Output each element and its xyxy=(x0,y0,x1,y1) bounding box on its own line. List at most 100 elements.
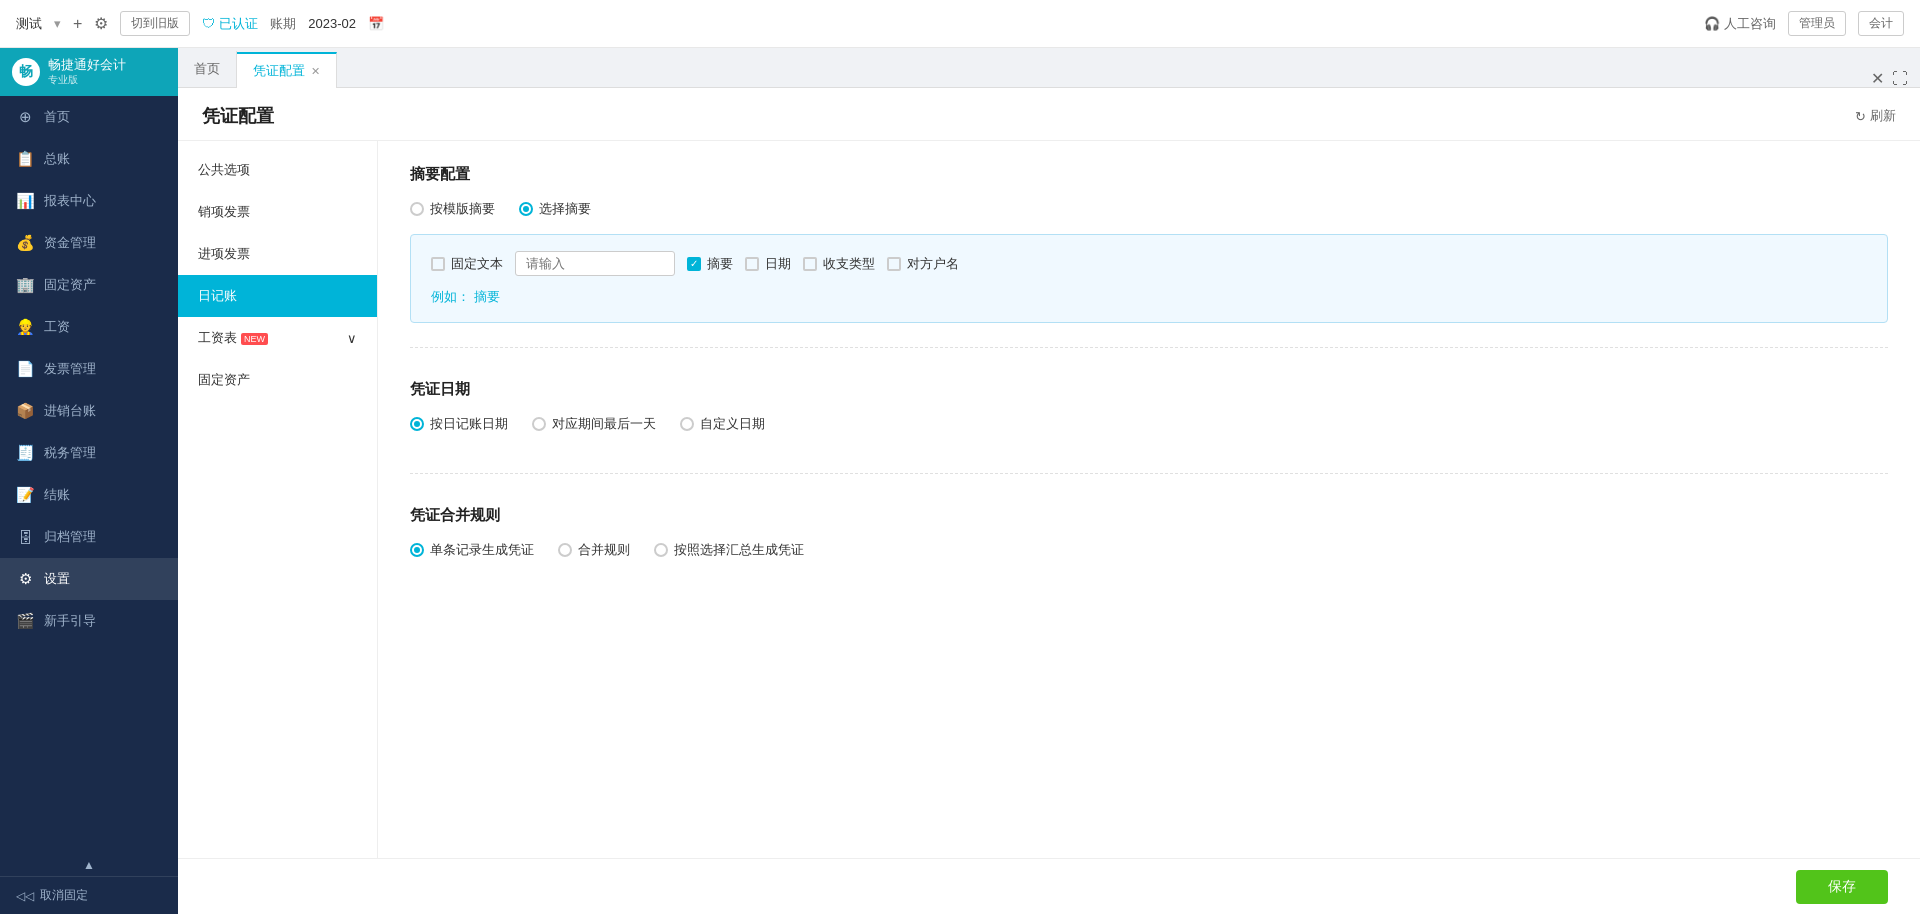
sidebar-item-ledger[interactable]: 📋 总账 xyxy=(0,138,178,180)
sidebar-item-reports[interactable]: 📊 报表中心 xyxy=(0,180,178,222)
summary-radio-group: 按模版摘要 选择摘要 xyxy=(410,200,1888,218)
sidebar-item-label: 发票管理 xyxy=(44,360,96,378)
sidebar-item-funds[interactable]: 💰 资金管理 xyxy=(0,222,178,264)
invoice-icon: 📄 xyxy=(16,360,34,378)
old-version-button[interactable]: 切到旧版 xyxy=(120,11,190,36)
refresh-button[interactable]: ↻ 刷新 xyxy=(1855,107,1896,125)
sidebar-item-archive[interactable]: 🗄 归档管理 xyxy=(0,516,178,558)
verified-icon: 🛡 xyxy=(202,16,215,31)
sidebar-nav: ⊕ 首页 📋 总账 📊 报表中心 💰 资金管理 🏢 固定资产 👷 工资 xyxy=(0,96,178,854)
merge-radio-single[interactable]: 单条记录生成凭证 xyxy=(410,541,534,559)
summary-section: 摘要配置 按模版摘要 选择摘要 xyxy=(410,165,1888,348)
sidebar-item-label: 税务管理 xyxy=(44,444,96,462)
checkbox-date-box xyxy=(745,257,759,271)
checkbox-summary[interactable]: 摘要 xyxy=(687,255,733,273)
tab-voucher-config[interactable]: 凭证配置 ✕ xyxy=(237,52,337,88)
merge-radio-rule[interactable]: 合并规则 xyxy=(558,541,630,559)
summary-radio-select[interactable]: 选择摘要 xyxy=(519,200,591,218)
merge-radio-group: 单条记录生成凭证 合并规则 按照选择汇总生成凭证 xyxy=(410,541,1888,559)
checkbox-counterpart-name-label: 对方户名 xyxy=(907,255,959,273)
left-nav-item-payroll-table[interactable]: 工资表NEW ∨ xyxy=(178,317,377,359)
checkbox-date[interactable]: 日期 xyxy=(745,255,791,273)
sidebar-item-assets[interactable]: 🏢 固定资产 xyxy=(0,264,178,306)
left-nav-item-public[interactable]: 公共选项 xyxy=(178,149,377,191)
home-icon: ⊕ xyxy=(16,108,34,126)
sidebar-item-sales-purchase[interactable]: 📦 进销台账 xyxy=(0,390,178,432)
close-tab-button[interactable]: ✕ xyxy=(1871,71,1884,87)
tab-voucher-config-label: 凭证配置 xyxy=(253,62,305,80)
save-button[interactable]: 保存 xyxy=(1796,870,1888,904)
left-nav-item-purchase-invoice[interactable]: 进项发票 xyxy=(178,233,377,275)
radio-journal-circle xyxy=(410,417,424,431)
payroll-arrow-icon: ∨ xyxy=(347,331,357,346)
sidebar-item-settings[interactable]: ⚙ 设置 xyxy=(0,558,178,600)
sidebar-item-label: 归档管理 xyxy=(44,528,96,546)
radio-journal-label: 按日记账日期 xyxy=(430,415,508,433)
consult-button[interactable]: 🎧 人工咨询 xyxy=(1704,15,1776,33)
tab-home[interactable]: 首页 xyxy=(178,51,237,87)
sidebar-item-home[interactable]: ⊕ 首页 xyxy=(0,96,178,138)
sidebar-item-close[interactable]: 📝 结账 xyxy=(0,474,178,516)
summary-radio-template[interactable]: 按模版摘要 xyxy=(410,200,495,218)
logo-subtitle: 专业版 xyxy=(48,73,126,87)
settings-icon: ⚙ xyxy=(16,570,34,588)
left-nav: 公共选项 销项发票 进项发票 日记账 工资表NEW ∨ xyxy=(178,141,378,858)
logo-text: 畅捷通好会计 xyxy=(48,57,126,74)
checkbox-date-label: 日期 xyxy=(765,255,791,273)
sidebar-item-payroll[interactable]: 👷 工资 xyxy=(0,306,178,348)
radio-summary-circle xyxy=(654,543,668,557)
merge-radio-summary[interactable]: 按照选择汇总生成凭证 xyxy=(654,541,804,559)
cancel-fixed-icon: ◁◁ xyxy=(16,889,34,903)
assets-icon: 🏢 xyxy=(16,276,34,294)
date-radio-custom[interactable]: 自定义日期 xyxy=(680,415,765,433)
cancel-fixed-button[interactable]: ◁◁ 取消固定 xyxy=(0,876,178,914)
left-nav-item-journal[interactable]: 日记账 xyxy=(178,275,377,317)
sidebar-item-label: 进销台账 xyxy=(44,402,96,420)
archive-icon: 🗄 xyxy=(16,529,34,546)
sidebar-item-tax[interactable]: 🧾 税务管理 xyxy=(0,432,178,474)
date-title: 凭证日期 xyxy=(410,380,1888,399)
company-arrow-icon[interactable]: ▾ xyxy=(54,16,61,31)
checkbox-counterpart-name[interactable]: 对方户名 xyxy=(887,255,959,273)
summary-config-row: 固定文本 摘要 日期 xyxy=(431,251,1867,276)
period-label: 账期 xyxy=(270,15,296,33)
consult-label: 人工咨询 xyxy=(1724,15,1776,33)
consult-icon: 🎧 xyxy=(1704,16,1720,31)
sidebar-item-label: 工资 xyxy=(44,318,70,336)
left-nav-item-fixed-assets[interactable]: 固定资产 xyxy=(178,359,377,401)
radio-single-label: 单条记录生成凭证 xyxy=(430,541,534,559)
sidebar-item-invoice[interactable]: 📄 发票管理 xyxy=(0,348,178,390)
tab-actions: ✕ ⛶ xyxy=(1871,71,1920,87)
content-area: 首页 凭证配置 ✕ ✕ ⛶ 凭证配置 ↻ 刷新 xyxy=(178,48,1920,914)
calendar-icon[interactable]: 📅 xyxy=(368,16,384,31)
checkbox-summary-label: 摘要 xyxy=(707,255,733,273)
tab-close-icon[interactable]: ✕ xyxy=(311,65,320,78)
accountant-button[interactable]: 会计 xyxy=(1858,11,1904,36)
close-period-icon: 📝 xyxy=(16,486,34,504)
refresh-label: 刷新 xyxy=(1870,107,1896,125)
period-value: 2023-02 xyxy=(308,16,356,31)
date-radio-journal[interactable]: 按日记账日期 xyxy=(410,415,508,433)
sales-purchase-icon: 📦 xyxy=(16,402,34,420)
checkbox-income-type-box xyxy=(803,257,817,271)
fixed-text-input[interactable] xyxy=(515,251,675,276)
expand-button[interactable]: ⛶ xyxy=(1892,71,1908,87)
sidebar-item-label: 首页 xyxy=(44,108,70,126)
date-section: 凭证日期 按日记账日期 对应期间最后一天 xyxy=(410,380,1888,474)
gear-icon[interactable]: ⚙ xyxy=(94,14,108,33)
funds-icon: 💰 xyxy=(16,234,34,252)
radio-custom-circle xyxy=(680,417,694,431)
add-icon[interactable]: + xyxy=(73,15,82,33)
checkbox-fixed-text[interactable]: 固定文本 xyxy=(431,255,503,273)
summary-config-box: 固定文本 摘要 日期 xyxy=(410,234,1888,323)
admin-button[interactable]: 管理员 xyxy=(1788,11,1846,36)
verified-label: 已认证 xyxy=(219,15,258,33)
sidebar-item-guide[interactable]: 🎬 新手引导 xyxy=(0,600,178,642)
page-header: 凭证配置 ↻ 刷新 xyxy=(178,88,1920,141)
merge-section: 凭证合并规则 单条记录生成凭证 合并规则 xyxy=(410,506,1888,599)
checkbox-income-type[interactable]: 收支类型 xyxy=(803,255,875,273)
date-radio-period-last[interactable]: 对应期间最后一天 xyxy=(532,415,656,433)
left-nav-item-sales-invoice[interactable]: 销项发票 xyxy=(178,191,377,233)
sidebar-item-label: 报表中心 xyxy=(44,192,96,210)
logo-icon: 畅 xyxy=(12,58,40,86)
